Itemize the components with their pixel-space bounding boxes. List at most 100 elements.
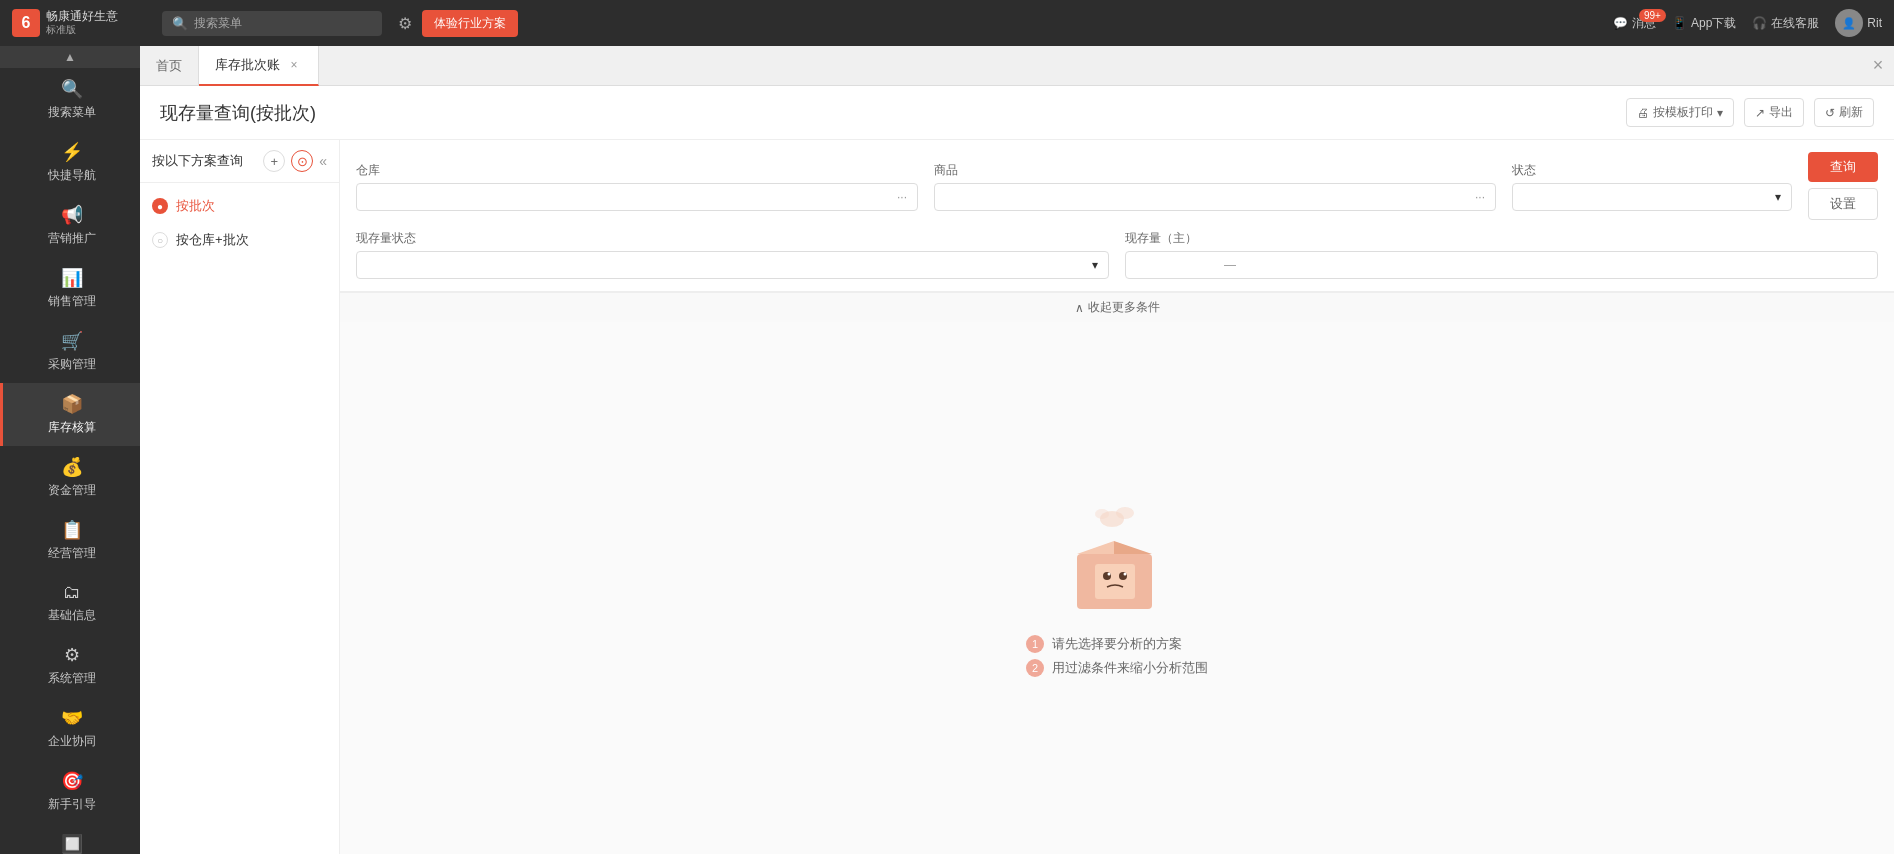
stock-qty-range[interactable]: — [1125,251,1878,279]
sidebar-item-enterprise[interactable]: 🤝 企业协同 [0,697,140,760]
panel-settings-button[interactable]: ⊙ [291,150,313,172]
scroll-up-button[interactable]: ▲ [0,46,140,68]
search-icon: 🔍 [172,16,188,31]
user-avatar: 👤 [1835,9,1863,37]
collapse-label: 收起更多条件 [1088,299,1160,316]
svg-marker-5 [1114,541,1152,554]
sidebar-item-purchase[interactable]: 🛒 采购管理 [0,320,140,383]
stock-status-dropdown-icon: ▾ [1092,258,1098,272]
empty-svg [1057,499,1177,619]
refresh-label: 刷新 [1839,104,1863,121]
tab-bar: 首页 库存批次账 × × [140,46,1894,86]
status-dropdown-icon: ▾ [1775,190,1781,204]
range-dash: — [1224,258,1236,272]
empty-state: 1 请先选择要分析的方案 2 用过滤条件来缩小分析范围 [340,322,1894,854]
right-panel: 仓库 ··· 商品 ··· [340,140,1894,854]
newguide-icon: 🎯 [61,770,83,792]
panel-collapse-button[interactable]: « [319,153,327,169]
settings-button[interactable]: 设置 [1808,188,1878,220]
message-icon: 💬 [1613,16,1628,30]
print-button[interactable]: 🖨 按模板打印 ▾ [1626,98,1734,127]
header-right: 💬 消息 99+ 📱 App下载 🎧 在线客服 👤 Rit [1613,9,1882,37]
collapse-icon: ∧ [1075,301,1084,315]
sidebar-item-basic[interactable]: 🗂 基础信息 [0,572,140,634]
svg-point-9 [1108,573,1111,576]
sidebar-item-appcenter[interactable]: 🔲 应用中心 [0,823,140,854]
panel-add-button[interactable]: + [263,150,285,172]
username-label: Rit [1867,16,1882,30]
messages-button[interactable]: 💬 消息 99+ [1613,15,1656,32]
sidebar-item-finance[interactable]: 💰 资金管理 [0,446,140,509]
page-header: 现存量查询(按批次) 🖨 按模板打印 ▾ ↗ 导出 ↺ 刷新 [140,86,1894,140]
stock-qty-filter-field: 现存量（主） — [1125,230,1878,279]
scheme-item-batch[interactable]: ● 按批次 [140,189,339,223]
collapse-more-button[interactable]: ∧ 收起更多条件 [340,292,1894,322]
tab-home[interactable]: 首页 [140,46,199,86]
scheme-item-warehouse-batch[interactable]: ○ 按仓库+批次 [140,223,339,257]
left-panel: 按以下方案查询 + ⊙ « ● 按批次 ○ 按仓库+批次 [140,140,340,854]
main-layout: ▲ 🔍 搜索菜单 ⚡ 快捷导航 📢 营销推广 📊 销售管理 🛒 采购管理 📦 库… [0,46,1894,854]
logo-area: 6 畅康通好生意 标准版 [12,9,152,37]
phone-icon: 📱 [1672,16,1687,30]
sidebar-item-quicknav[interactable]: ⚡ 快捷导航 [0,131,140,194]
sales-icon: 📊 [61,267,83,289]
sidebar-item-inventory[interactable]: 📦 库存核算 [0,383,140,446]
sidebar-item-system[interactable]: ⚙ 系统管理 [0,634,140,697]
sidebar-enterprise-label: 企业协同 [48,733,96,750]
empty-step-2: 2 用过滤条件来缩小分析范围 [1026,659,1208,677]
print-label: 按模板打印 [1653,104,1713,121]
status-filter-field: 状态 ▾ [1512,162,1792,211]
product-more-icon[interactable]: ··· [1475,190,1485,204]
online-service-button[interactable]: 🎧 在线客服 [1752,15,1819,32]
online-service-label: 在线客服 [1771,15,1819,32]
sidebar-item-operations[interactable]: 📋 经营管理 [0,509,140,572]
export-button[interactable]: ↗ 导出 [1744,98,1804,127]
product-input[interactable]: ··· [934,183,1496,211]
svg-point-2 [1095,509,1109,519]
sidebar-item-sales[interactable]: 📊 销售管理 [0,257,140,320]
sidebar-item-newguide[interactable]: 🎯 新手引导 [0,760,140,823]
status-select[interactable]: ▾ [1512,183,1792,211]
stock-status-filter-field: 现存量状态 ▾ [356,230,1109,279]
export-icon: ↗ [1755,106,1765,120]
menu-search-bar[interactable]: 🔍 搜索菜单 [162,11,382,36]
filter-area: 仓库 ··· 商品 ··· [340,140,1894,292]
tab-bar-close-button[interactable]: × [1870,58,1886,74]
logo-text: 畅康通好生意 标准版 [46,9,118,37]
print-icon: 🖨 [1637,106,1649,120]
filter-row-1: 仓库 ··· 商品 ··· [356,152,1878,220]
sidebar-inventory-label: 库存核算 [48,419,96,436]
product-filter-field: 商品 ··· [934,162,1496,211]
header-settings-icon[interactable]: ⚙ [398,14,412,33]
operations-icon: 📋 [61,519,83,541]
tab-close-button[interactable]: × [286,57,302,73]
scheme-inactive-dot: ○ [152,232,168,248]
trial-industry-button[interactable]: 体验行业方案 [422,10,518,37]
stock-qty-min-input[interactable] [1136,258,1216,272]
sidebar-item-marketing[interactable]: 📢 营销推广 [0,194,140,257]
stock-qty-label: 现存量（主） [1125,230,1878,247]
query-button[interactable]: 查询 [1808,152,1878,182]
warehouse-input[interactable]: ··· [356,183,918,211]
sidebar-newguide-label: 新手引导 [48,796,96,813]
stock-qty-max-input[interactable] [1244,258,1324,272]
sidebar-search-label: 搜索菜单 [48,104,96,121]
status-label: 状态 [1512,162,1792,179]
stock-status-select[interactable]: ▾ [356,251,1109,279]
app-download-button[interactable]: 📱 App下载 [1672,15,1736,32]
tab-inventory-batch[interactable]: 库存批次账 × [199,46,319,86]
user-profile-button[interactable]: 👤 Rit [1835,9,1882,37]
warehouse-label: 仓库 [356,162,918,179]
refresh-button[interactable]: ↺ 刷新 [1814,98,1874,127]
step-2-num: 2 [1026,659,1044,677]
warehouse-more-icon[interactable]: ··· [897,190,907,204]
app-version: 标准版 [46,23,118,37]
inventory-icon: 📦 [61,393,83,415]
sidebar-sales-label: 销售管理 [48,293,96,310]
sidebar-item-search[interactable]: 🔍 搜索菜单 [0,68,140,131]
top-header: 6 畅康通好生意 标准版 🔍 搜索菜单 ⚙ 体验行业方案 💬 消息 99+ 📱 … [0,0,1894,46]
header-center: 🔍 搜索菜单 ⚙ 体验行业方案 [152,10,1613,37]
svg-rect-6 [1095,564,1135,599]
sidebar-finance-label: 资金管理 [48,482,96,499]
sidebar: ▲ 🔍 搜索菜单 ⚡ 快捷导航 📢 营销推广 📊 销售管理 🛒 采购管理 📦 库… [0,46,140,854]
